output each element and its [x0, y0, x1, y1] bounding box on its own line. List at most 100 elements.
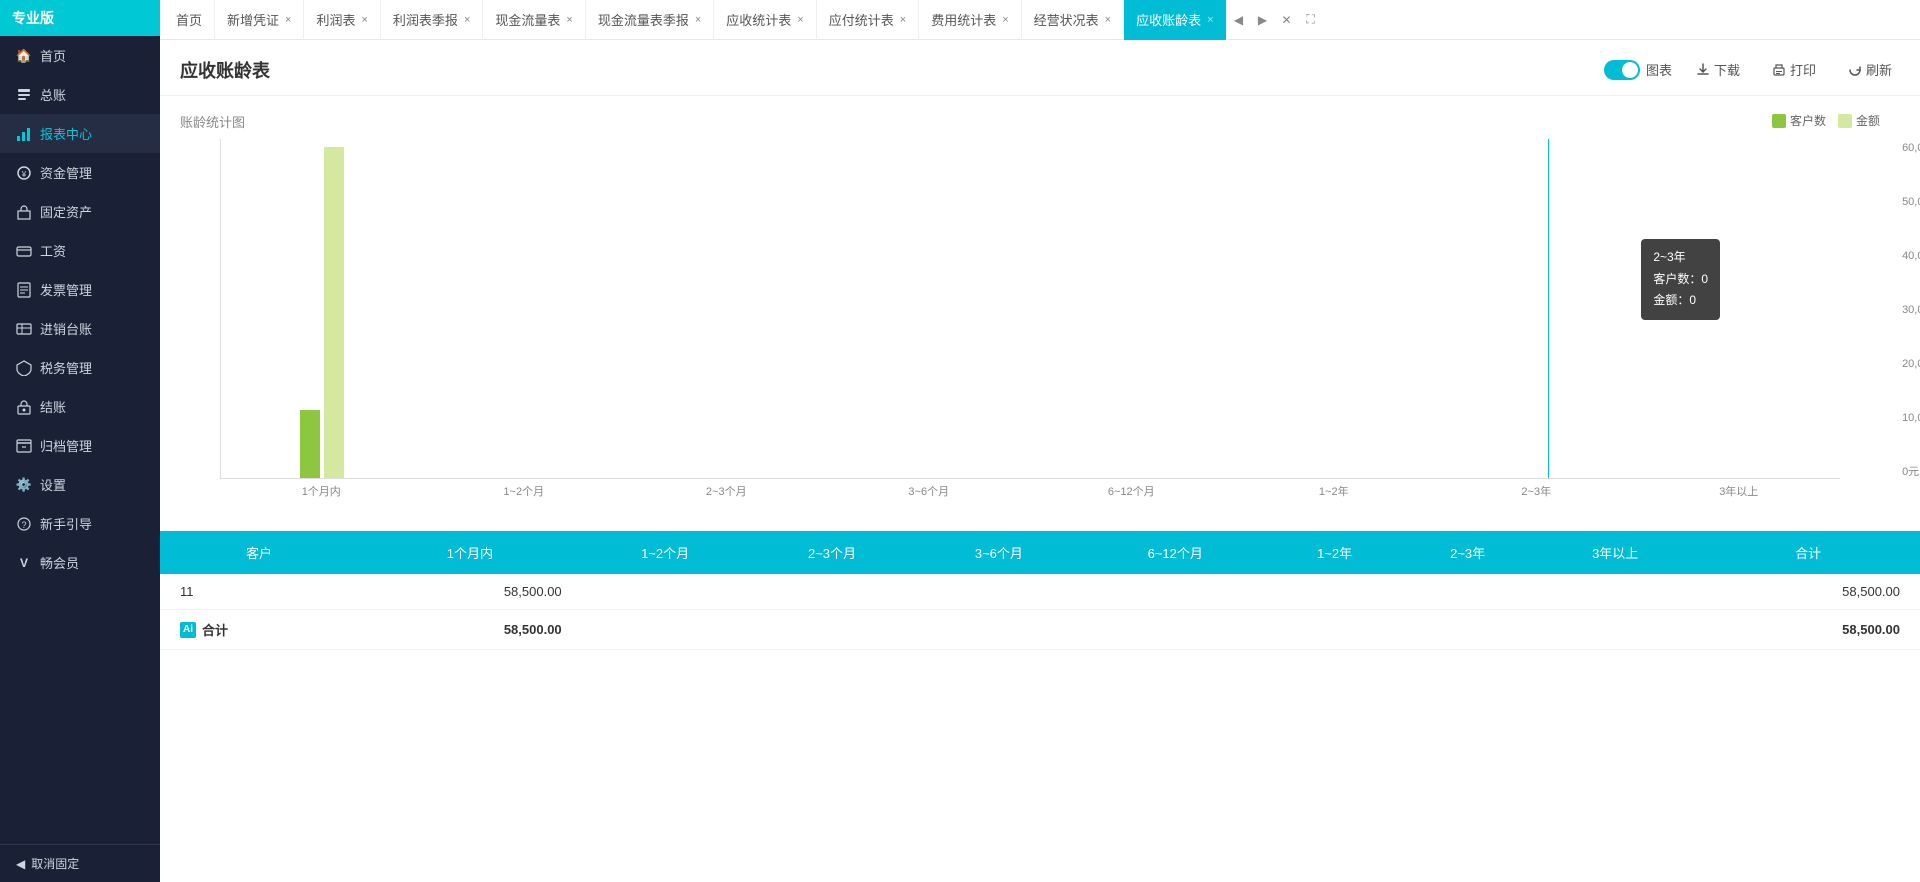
total-label: 合计 — [202, 620, 228, 639]
download-button[interactable]: 下载 — [1688, 56, 1748, 83]
sidebar-item-fund[interactable]: ¥ 资金管理 — [0, 153, 160, 192]
sidebar-label-closing: 结账 — [40, 397, 66, 416]
cell-m3 — [749, 574, 916, 610]
close-icon[interactable]: × — [1207, 14, 1213, 26]
legend-amount: 金额 — [1838, 112, 1880, 129]
fund-icon: ¥ — [16, 165, 32, 181]
close-icon[interactable]: × — [695, 14, 701, 26]
x-label-5: 1~2年 — [1233, 479, 1436, 499]
tab-close-all-button[interactable]: ✕ — [1275, 0, 1299, 40]
cell-m2 — [582, 574, 749, 610]
sidebar-item-ledger[interactable]: 总账 — [0, 75, 160, 114]
total-m1: 58,500.00 — [358, 610, 582, 650]
x-label-7: 3年以上 — [1638, 479, 1841, 499]
cell-customer: 11 — [160, 574, 358, 610]
total-m7 — [1401, 610, 1534, 650]
tab-bar: 首页 新增凭证 × 利润表 × 利润表季报 × 现金流量表 × 现金流量表季报 … — [160, 0, 1920, 40]
chart-toggle[interactable] — [1604, 60, 1640, 80]
sidebar-item-invoice[interactable]: 发票管理 — [0, 270, 160, 309]
sidebar-label-tax: 税务管理 — [40, 358, 92, 377]
th-m5: 6~12个月 — [1082, 531, 1268, 574]
sidebar-item-home[interactable]: 🏠 首页 — [0, 36, 160, 75]
tab-expense-stat[interactable]: 费用统计表 × — [919, 0, 1021, 40]
bar-group-0 — [221, 139, 423, 478]
sidebar-item-guide[interactable]: ? 新手引导 — [0, 504, 160, 543]
chart-toggle-wrap: 图表 — [1604, 60, 1672, 80]
tab-receivable-aging[interactable]: 应收账龄表 × — [1124, 0, 1226, 40]
th-m6: 1~2年 — [1268, 531, 1401, 574]
bar-customer-0[interactable] — [300, 410, 320, 478]
table-section: 客户 1个月内 1~2个月 2~3个月 3~6个月 6~12个月 1~2年 2~… — [160, 531, 1920, 650]
tab-maximize-button[interactable]: ⛶ — [1299, 0, 1323, 40]
sidebar-item-tax[interactable]: 税务管理 — [0, 348, 160, 387]
th-m8: 3年以上 — [1534, 531, 1696, 574]
bar-amount-0[interactable] — [324, 147, 344, 478]
sidebar-item-salary[interactable]: 工资 — [0, 231, 160, 270]
close-icon[interactable]: × — [900, 14, 906, 26]
tab-label-profit: 利润表 — [316, 10, 355, 29]
x-label-0: 1个月内 — [220, 479, 423, 499]
close-icon[interactable]: × — [1002, 14, 1008, 26]
table-header-row: 客户 1个月内 1~2个月 2~3个月 3~6个月 6~12个月 1~2年 2~… — [160, 531, 1920, 574]
close-icon[interactable]: × — [566, 14, 572, 26]
print-button[interactable]: 打印 — [1764, 56, 1824, 83]
unpin-sidebar-button[interactable]: ◀ 取消固定 — [0, 844, 160, 882]
sidebar-item-settings[interactable]: ⚙️ 设置 — [0, 465, 160, 504]
y-axis-left: 5个 4个 3个 2个 1个 0个 — [160, 139, 161, 479]
total-m5 — [1082, 610, 1268, 650]
home-icon: 🏠 — [16, 48, 32, 64]
sidebar-item-member[interactable]: V 畅会员 — [0, 543, 160, 582]
svg-text:?: ? — [21, 520, 26, 530]
chevron-left-icon: ◀ — [16, 857, 25, 871]
bar-group-2 — [626, 139, 828, 478]
print-icon — [1772, 63, 1786, 77]
tab-payable-stat[interactable]: 应付统计表 × — [817, 0, 919, 40]
th-m3: 2~3个月 — [749, 531, 916, 574]
tab-prev-button[interactable]: ◀ — [1227, 0, 1251, 40]
tab-business-stat[interactable]: 经营状况表 × — [1022, 0, 1124, 40]
close-icon[interactable]: × — [797, 14, 803, 26]
main-area: 首页 新增凭证 × 利润表 × 利润表季报 × 现金流量表 × 现金流量表季报 … — [160, 0, 1920, 882]
tab-cashflow-quarter[interactable]: 现金流量表季报 × — [586, 0, 714, 40]
refresh-button[interactable]: 刷新 — [1840, 56, 1900, 83]
tab-profit[interactable]: 利润表 × — [304, 0, 380, 40]
x-label-3: 3~6个月 — [828, 479, 1031, 499]
sidebar-item-archive[interactable]: 归档管理 — [0, 426, 160, 465]
close-icon[interactable]: × — [1105, 14, 1111, 26]
total-m3 — [749, 610, 916, 650]
total-m8 — [1534, 610, 1696, 650]
tab-profit-quarter[interactable]: 利润表季报 × — [381, 0, 483, 40]
sidebar: 专业版 🏠 首页 总账 报表中心 ¥ 资金管理 固定资产 工资 — [0, 0, 160, 882]
sidebar-label-fund: 资金管理 — [40, 163, 92, 182]
chart-container: 账龄统计图 客户数 金额 5个 4个 3个 2个 — [160, 96, 1920, 515]
bar-group-6 — [1435, 139, 1637, 478]
tab-label-cashflow: 现金流量表 — [495, 10, 560, 29]
tab-home[interactable]: 首页 — [164, 0, 215, 40]
sidebar-item-asset[interactable]: 固定资产 — [0, 192, 160, 231]
refresh-icon — [1848, 63, 1862, 77]
sidebar-label-member: 畅会员 — [40, 553, 79, 572]
total-m4 — [915, 610, 1082, 650]
legend-amount-dot — [1838, 114, 1852, 128]
th-m7: 2~3年 — [1401, 531, 1534, 574]
download-icon — [1696, 63, 1710, 77]
bar-group-5 — [1233, 139, 1435, 478]
app-logo: 专业版 — [0, 0, 160, 36]
tab-cashflow[interactable]: 现金流量表 × — [483, 0, 585, 40]
sidebar-item-report[interactable]: 报表中心 — [0, 114, 160, 153]
bar-group-4 — [1031, 139, 1233, 478]
th-m1: 1个月内 — [358, 531, 582, 574]
tab-label-expense-stat: 费用统计表 — [931, 10, 996, 29]
tab-next-button[interactable]: ▶ — [1251, 0, 1275, 40]
tab-receivable-stat[interactable]: 应收统计表 × — [714, 0, 816, 40]
cell-m7 — [1401, 574, 1534, 610]
guide-icon: ? — [16, 516, 32, 532]
tab-label-receivable-aging: 应收账龄表 — [1136, 10, 1201, 29]
close-icon[interactable]: × — [464, 14, 470, 26]
sidebar-item-purchase[interactable]: 进销台账 — [0, 309, 160, 348]
sidebar-label-purchase: 进销台账 — [40, 319, 92, 338]
close-icon[interactable]: × — [285, 14, 291, 26]
tab-voucher[interactable]: 新增凭证 × — [215, 0, 304, 40]
close-icon[interactable]: × — [361, 14, 367, 26]
sidebar-item-closing[interactable]: 结账 — [0, 387, 160, 426]
